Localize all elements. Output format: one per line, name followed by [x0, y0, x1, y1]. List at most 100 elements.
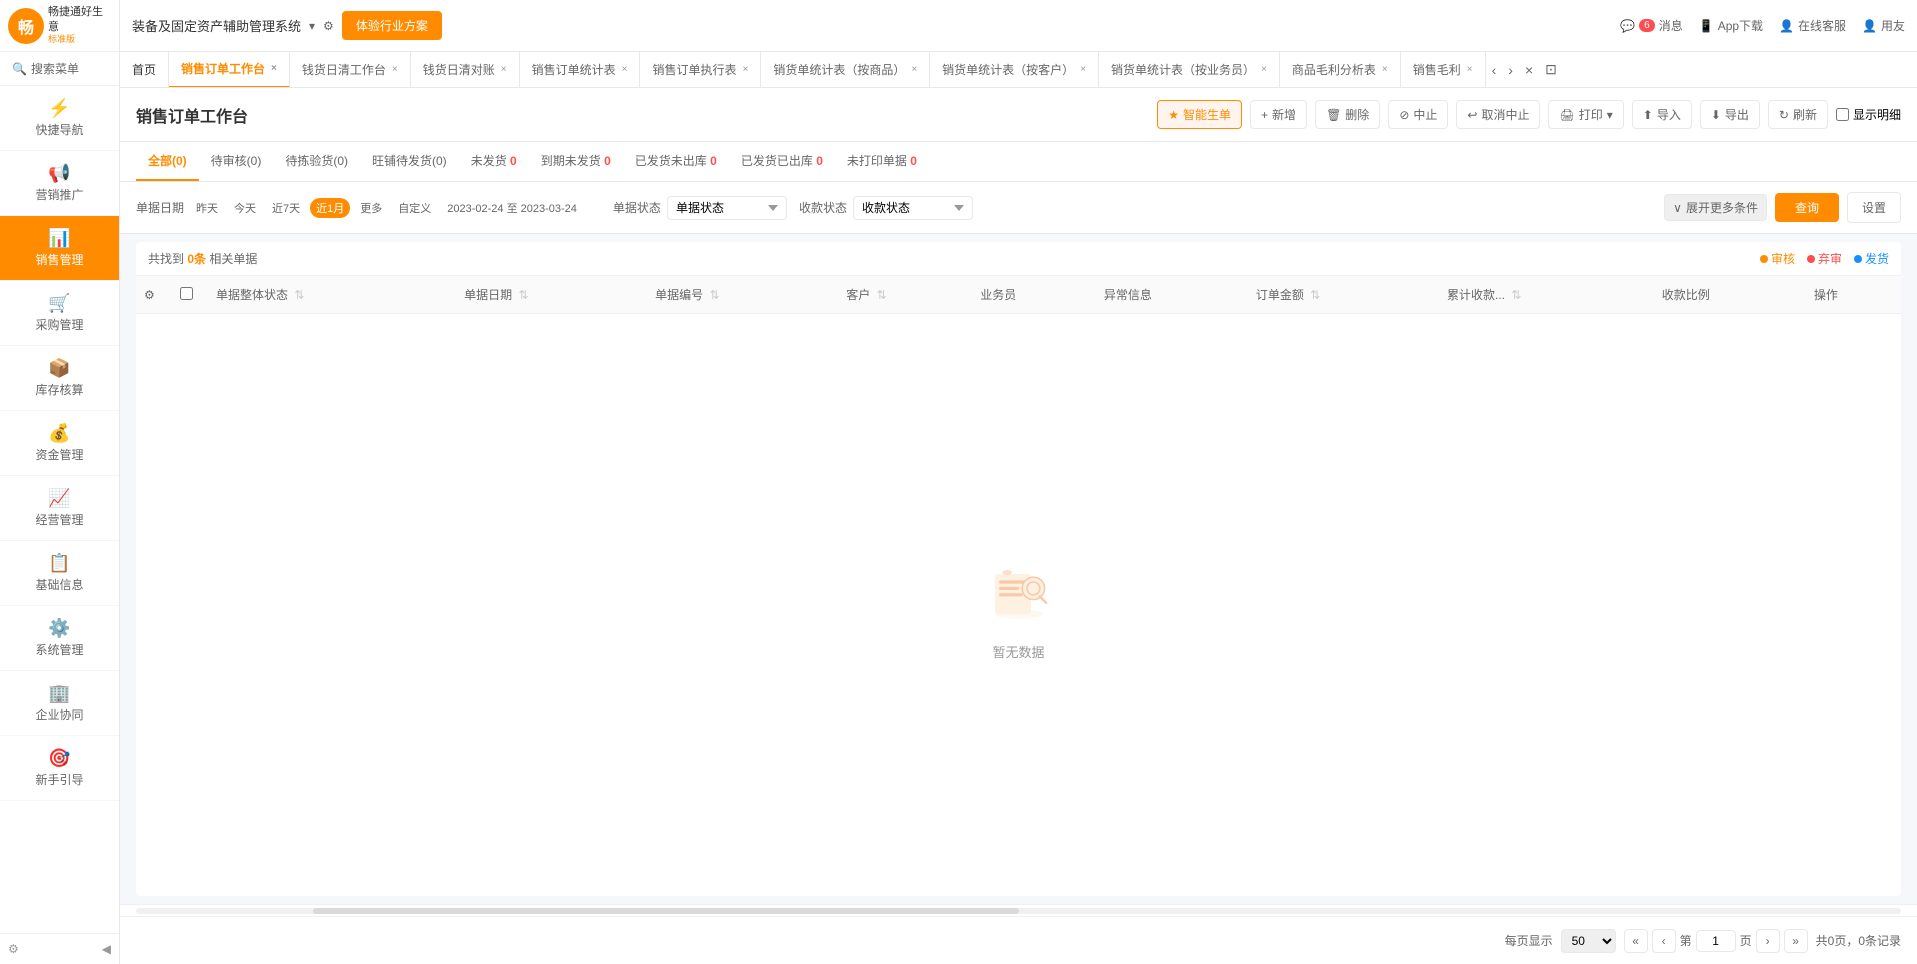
sort-icon[interactable]: ⇅ — [877, 288, 887, 302]
status-select[interactable]: 单据状态 — [667, 196, 787, 220]
tab-sales-workbench[interactable]: 销售订单工作台 × — [169, 52, 290, 88]
per-page-select[interactable]: 50 100 200 — [1561, 929, 1616, 953]
horizontal-scrollbar[interactable] — [120, 904, 1917, 916]
th-status: 单据整体状态 ⇅ — [208, 276, 456, 314]
prev-page-btn[interactable]: ‹ — [1652, 929, 1676, 953]
stop-button[interactable]: ⊘ 中止 — [1388, 100, 1448, 129]
sidebar-item-quick-nav[interactable]: ⚡ 快捷导航 — [0, 86, 119, 151]
tab-close-icon[interactable]: × — [392, 64, 398, 75]
first-page-btn[interactable]: « — [1624, 929, 1648, 953]
sidebar-item-inventory[interactable]: 📦 库存核算 — [0, 346, 119, 411]
subtab-expired-not-shipped[interactable]: 到期未发货 0 — [529, 142, 623, 181]
page-title: 销售订单工作台 — [136, 103, 248, 127]
tab-sales-gross[interactable]: 销售毛利 × — [1401, 52, 1486, 88]
date-btn-yesterday[interactable]: 昨天 — [190, 198, 224, 218]
sidebar-item-search[interactable]: 🔍 搜索菜单 — [0, 52, 119, 86]
subtab-not-shipped[interactable]: 未发货 0 — [459, 142, 529, 181]
tab-cash-reconcile[interactable]: 钱货日清对账 × — [411, 52, 520, 88]
export-button[interactable]: ⬇ 导出 — [1700, 100, 1760, 129]
expand-filter-button[interactable]: ∨ 展开更多条件 — [1664, 194, 1767, 221]
tab-sales-exec[interactable]: 销售订单执行表 × — [640, 52, 761, 88]
tab-home[interactable]: 首页 — [120, 52, 169, 88]
date-btn-1month[interactable]: 近1月 — [310, 198, 350, 218]
payment-select[interactable]: 收款状态 — [853, 196, 973, 220]
th-label: 异常信息 — [1104, 288, 1152, 302]
tab-close-icon[interactable]: × — [1261, 64, 1267, 75]
sidebar-item-purchase[interactable]: 🛒 采购管理 — [0, 281, 119, 346]
cancel-stop-button[interactable]: ↩ 取消中止 — [1456, 100, 1540, 129]
app-download-btn[interactable]: 📱 App下载 — [1699, 17, 1763, 34]
sidebar-item-enterprise[interactable]: 🏢 企业协同 — [0, 671, 119, 736]
sidebar-item-system[interactable]: ⚙️ 系统管理 — [0, 606, 119, 671]
add-button[interactable]: + 新增 — [1250, 100, 1307, 129]
settings-icon[interactable]: ⚙ — [8, 942, 19, 956]
topbar-gear-icon[interactable]: ⚙ — [323, 19, 334, 33]
tab-close-icon[interactable]: × — [911, 64, 917, 75]
sidebar-item-sales[interactable]: 📊 销售管理 — [0, 216, 119, 281]
refresh-button[interactable]: ↻ 刷新 — [1768, 100, 1828, 129]
tab-nav-next[interactable]: › — [1502, 52, 1519, 88]
subtab-not-printed[interactable]: 未打印单据 0 — [835, 142, 929, 181]
delete-button[interactable]: 🗑 删除 — [1315, 100, 1380, 129]
sort-icon[interactable]: ⇅ — [518, 288, 528, 302]
subtab-pending-audit[interactable]: 待审核(0) — [199, 142, 274, 181]
tab-sales-summary-staff[interactable]: 销货单统计表（按业务员） × — [1099, 52, 1280, 88]
tab-cash-daily[interactable]: 钱货日清工作台 × — [290, 52, 411, 88]
tab-close-all[interactable]: × — [1519, 52, 1539, 88]
online-service-btn[interactable]: 👤 在线客服 — [1779, 17, 1846, 34]
sidebar-item-newbie[interactable]: 🎯 新手引导 — [0, 736, 119, 801]
subtab-label: 旺铺待发货(0) — [372, 154, 447, 168]
ship-button[interactable]: 发货 — [1854, 250, 1889, 267]
subtab-shipped-out[interactable]: 已发货已出库 0 — [729, 142, 835, 181]
show-detail-checkbox[interactable] — [1836, 108, 1849, 121]
tab-close-icon[interactable]: × — [271, 63, 277, 74]
message-btn[interactable]: 💬 6 消息 — [1620, 17, 1683, 34]
next-page-btn[interactable]: › — [1756, 929, 1780, 953]
sort-icon[interactable]: ⇅ — [1511, 288, 1521, 302]
table-settings-icon[interactable]: ⚙ — [144, 288, 155, 302]
select-all-checkbox[interactable] — [180, 287, 193, 300]
subtab-shipped-not-out[interactable]: 已发货未出库 0 — [623, 142, 729, 181]
cancel-audit-button[interactable]: 弃审 — [1807, 250, 1842, 267]
date-btn-today[interactable]: 今天 — [228, 198, 262, 218]
scroll-thumb[interactable] — [313, 908, 1019, 914]
subtab-wangpu[interactable]: 旺铺待发货(0) — [360, 142, 459, 181]
subtab-all[interactable]: 全部(0) — [136, 142, 199, 181]
sidebar-item-marketing[interactable]: 📢 营销推广 — [0, 151, 119, 216]
tab-close-icon[interactable]: × — [622, 64, 628, 75]
tab-close-icon[interactable]: × — [742, 64, 748, 75]
tab-nav-prev[interactable]: ‹ — [1486, 52, 1503, 88]
tab-close-icon[interactable]: × — [1382, 64, 1388, 75]
print-button[interactable]: 🖨 打印 ▾ — [1548, 100, 1623, 129]
sidebar-item-operations[interactable]: 📈 经营管理 — [0, 476, 119, 541]
sidebar-item-basic-info[interactable]: 📋 基础信息 — [0, 541, 119, 606]
tab-sales-summary-customer[interactable]: 销货单统计表（按客户） × — [930, 52, 1099, 88]
tab-close-icon[interactable]: × — [501, 64, 507, 75]
date-btn-7days[interactable]: 近7天 — [266, 198, 306, 218]
date-btn-custom[interactable]: 自定义 — [392, 198, 437, 218]
user-menu-btn[interactable]: 👤 用友 — [1862, 17, 1905, 34]
query-button[interactable]: 查询 — [1775, 193, 1839, 222]
page-number-input[interactable] — [1696, 930, 1736, 952]
tab-close-icon[interactable]: × — [1467, 64, 1473, 75]
import-button[interactable]: ⬆ 导入 — [1632, 100, 1692, 129]
show-detail-label[interactable]: 显示明细 — [1836, 106, 1901, 123]
sort-icon[interactable]: ⇅ — [1310, 288, 1320, 302]
industry-solution-button[interactable]: 体验行业方案 — [342, 11, 442, 40]
sort-icon[interactable]: ⇅ — [710, 288, 720, 302]
smart-create-button[interactable]: ★ 智能生单 — [1157, 100, 1242, 129]
filter-setting-button[interactable]: 设置 — [1847, 192, 1901, 223]
audit-button[interactable]: 审核 — [1760, 250, 1795, 267]
sort-icon[interactable]: ⇅ — [294, 288, 304, 302]
tab-close-icon[interactable]: × — [1080, 64, 1086, 75]
tab-gross-margin[interactable]: 商品毛利分析表 × — [1280, 52, 1401, 88]
tab-sales-stats[interactable]: 销售订单统计表 × — [520, 52, 641, 88]
subtab-pending-check[interactable]: 待拣验货(0) — [273, 142, 360, 181]
last-page-btn[interactable]: » — [1784, 929, 1808, 953]
tab-sales-summary-product[interactable]: 销货单统计表（按商品） × — [761, 52, 930, 88]
system-dropdown[interactable]: ▾ — [309, 19, 315, 33]
tab-expand[interactable]: ⊡ — [1539, 52, 1563, 88]
collapse-icon[interactable]: ◀ — [102, 942, 111, 956]
sidebar-item-finance[interactable]: 💰 资金管理 — [0, 411, 119, 476]
date-btn-more[interactable]: 更多 — [354, 198, 388, 218]
